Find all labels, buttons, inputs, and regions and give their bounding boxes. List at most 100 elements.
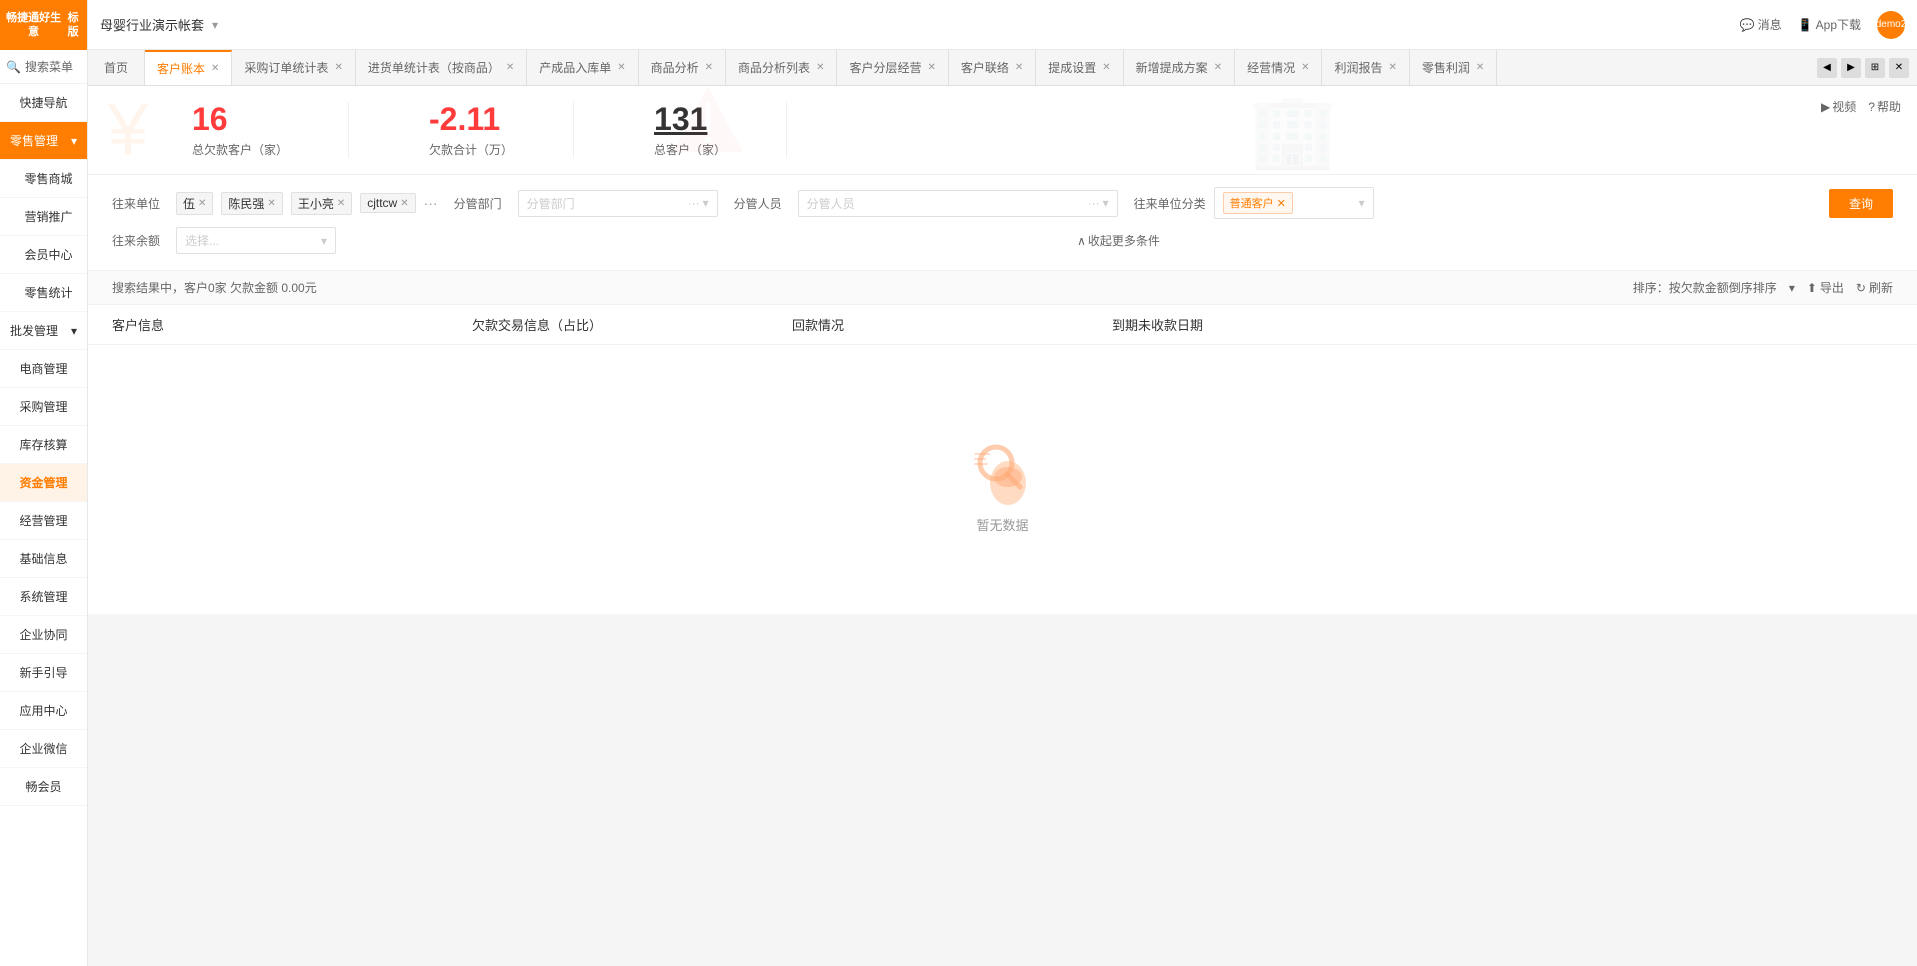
- tab-goods-stats[interactable]: 进货单统计表（按商品） ✕: [356, 50, 527, 86]
- tab-close-icon[interactable]: ✕: [1301, 62, 1309, 73]
- sidebar-item-finance[interactable]: 资金管理: [0, 464, 87, 502]
- chevron-down-icon: ▾: [1103, 196, 1109, 210]
- tab-purchase-order-stats[interactable]: 采购订单统计表 ✕: [232, 50, 355, 86]
- tab-close-icon[interactable]: ✕: [816, 62, 824, 73]
- sidebar-item-member[interactable]: 会员中心: [0, 236, 87, 274]
- person-more-btn[interactable]: ···: [1088, 196, 1100, 210]
- sidebar-item-operations[interactable]: 经营管理: [0, 502, 87, 540]
- dept-more-btn[interactable]: ···: [688, 196, 700, 210]
- stat-all-customers-value: 131: [654, 102, 707, 137]
- app-download-btn[interactable]: 📱 App下载: [1798, 16, 1861, 33]
- filter-tag-wang-close[interactable]: ✕: [337, 198, 345, 209]
- filter-balance-select[interactable]: 选择... ▾: [176, 227, 336, 254]
- filter-unit-type-select[interactable]: 普通客户 ✕ ▾: [1214, 187, 1374, 219]
- content-area: ¥ 🏢 16 总欠款客户（家） -2.11 欠款合计（万） 131 总客户（家）: [88, 86, 1917, 966]
- sidebar-item-retail[interactable]: 零售管理 ▾: [0, 122, 87, 160]
- sidebar-item-member2[interactable]: 畅会员: [0, 768, 87, 806]
- message-btn[interactable]: 💬 消息: [1740, 16, 1782, 33]
- sidebar-item-wholesale[interactable]: 批发管理 ▾: [0, 312, 87, 350]
- filter-more-btn[interactable]: ···: [424, 195, 438, 211]
- tab-close-icon[interactable]: ✕: [334, 62, 342, 73]
- sidebar-item-quick-nav[interactable]: 快捷导航: [0, 84, 87, 122]
- tab-retail-profit[interactable]: 零售利润 ✕: [1410, 50, 1497, 86]
- video-btn[interactable]: ▶ 视频: [1821, 98, 1856, 115]
- tab-customer-contact[interactable]: 客户联络 ✕: [949, 50, 1036, 86]
- sidebar-item-system[interactable]: 系统管理: [0, 578, 87, 616]
- avatar[interactable]: demo2: [1877, 11, 1905, 39]
- filter-dept-select[interactable]: 分管部门 ··· ▾: [518, 190, 718, 217]
- filter-row-1: 往来单位 伍 ✕ 陈民强 ✕ 王小亮 ✕ cjttcw ✕ ···: [112, 187, 1893, 219]
- query-button[interactable]: 查询: [1829, 189, 1893, 218]
- tab-prev-btn[interactable]: ◀: [1817, 58, 1837, 78]
- sidebar-item-basic-info[interactable]: 基础信息: [0, 540, 87, 578]
- sidebar-item-retail-mall[interactable]: 零售商城: [0, 160, 87, 198]
- sidebar-item-inventory[interactable]: 库存核算: [0, 426, 87, 464]
- sort-chevron-icon[interactable]: ▾: [1789, 281, 1795, 295]
- tab-home[interactable]: 首页: [88, 50, 145, 86]
- chevron-down-icon: ▾: [71, 324, 77, 338]
- tab-close-icon[interactable]: ✕: [1476, 62, 1484, 73]
- type-tag-close-icon[interactable]: ✕: [1277, 197, 1286, 210]
- filter-tag-wang[interactable]: 王小亮 ✕: [291, 192, 352, 215]
- sort-label: 排序：按欠款金额倒序排序: [1633, 279, 1777, 296]
- sidebar-item-app-center[interactable]: 应用中心: [0, 692, 87, 730]
- collapse-btn[interactable]: ∧ 收起更多条件: [1077, 232, 1160, 249]
- tab-customer-tier[interactable]: 客户分层经营 ✕: [837, 50, 948, 86]
- tab-profit-report[interactable]: 利润报告 ✕: [1322, 50, 1409, 86]
- export-button[interactable]: ⬆ 导出: [1807, 279, 1844, 296]
- sidebar-item-retail-stats[interactable]: 零售统计: [0, 274, 87, 312]
- filter-tag-chen-close[interactable]: ✕: [267, 198, 275, 209]
- tab-close-icon[interactable]: ✕: [927, 62, 935, 73]
- tab-expand-btn[interactable]: ⊞: [1865, 58, 1885, 78]
- tab-close-icon[interactable]: ✕: [506, 62, 514, 73]
- filter-tag-chen[interactable]: 陈民强 ✕: [221, 192, 282, 215]
- tab-close-icon[interactable]: ✕: [1015, 62, 1023, 73]
- refresh-button[interactable]: ↻ 刷新: [1856, 279, 1893, 296]
- chevron-up-icon: ∧: [1077, 234, 1086, 248]
- results-bar-right: 排序：按欠款金额倒序排序 ▾ ⬆ 导出 ↻ 刷新: [1633, 279, 1893, 296]
- filter-tag-wu[interactable]: 伍 ✕: [176, 192, 213, 215]
- sidebar-item-search[interactable]: 🔍 搜索菜单: [0, 50, 87, 84]
- tab-next-btn[interactable]: ▶: [1841, 58, 1861, 78]
- filter-person-select[interactable]: 分管人员 ··· ▾: [798, 190, 1118, 217]
- tab-close-icon[interactable]: ✕: [211, 63, 219, 74]
- filter-tag-cjttcw[interactable]: cjttcw ✕: [360, 193, 415, 213]
- filter-unit-label: 往来单位: [112, 195, 168, 212]
- tab-close-icon[interactable]: ✕: [1102, 62, 1110, 73]
- help-btn[interactable]: ? 帮助: [1868, 98, 1901, 115]
- stat-customers-value: 16: [192, 102, 228, 137]
- stat-total-customers: 16 总欠款客户（家）: [112, 102, 349, 158]
- tab-close-icon[interactable]: ✕: [1214, 62, 1222, 73]
- sidebar-item-guide[interactable]: 新手引导: [0, 654, 87, 692]
- stat-debt-total: -2.11 欠款合计（万）: [349, 102, 574, 158]
- sidebar-item-marketing[interactable]: 营销推广: [0, 198, 87, 236]
- empty-state: 暂无数据: [88, 345, 1917, 614]
- tab-goods-analysis-list[interactable]: 商品分析列表 ✕: [726, 50, 837, 86]
- chevron-down-icon: ▾: [212, 18, 218, 32]
- tab-goods-analysis[interactable]: 商品分析 ✕: [639, 50, 726, 86]
- tab-commission-settings[interactable]: 提成设置 ✕: [1036, 50, 1123, 86]
- filter-dept-label: 分管部门: [454, 195, 510, 212]
- tab-product-storage[interactable]: 产成品入库单 ✕: [527, 50, 638, 86]
- filter-tag-wang-label: 王小亮: [298, 195, 334, 212]
- sidebar-item-ecommerce[interactable]: 电商管理: [0, 350, 87, 388]
- tab-close-icon[interactable]: ✕: [705, 62, 713, 73]
- tab-new-commission[interactable]: 新增提成方案 ✕: [1124, 50, 1235, 86]
- tab-close-icon[interactable]: ✕: [617, 62, 625, 73]
- account-selector-area: 母婴行业演示帐套 ▾: [100, 15, 218, 34]
- tab-operations[interactable]: 经营情况 ✕: [1235, 50, 1322, 86]
- top-header: 母婴行业演示帐套 ▾ 💬 消息 📱 App下载 demo2: [88, 0, 1917, 50]
- tab-customer-book[interactable]: 客户账本 ✕: [145, 50, 232, 86]
- sidebar-item-collab[interactable]: 企业协同: [0, 616, 87, 654]
- filter-tag-wu-close[interactable]: ✕: [198, 198, 206, 209]
- sidebar-item-purchase[interactable]: 采购管理: [0, 388, 87, 426]
- stat-bg-icon-3: 🏢: [1248, 88, 1338, 173]
- col-header-date: 到期未收款日期: [1112, 315, 1893, 334]
- sidebar-item-enterprise-wechat[interactable]: 企业微信: [0, 730, 87, 768]
- stats-row: ¥ 🏢 16 总欠款客户（家） -2.11 欠款合计（万） 131 总客户（家）: [88, 86, 1917, 175]
- filter-tag-cjttcw-close[interactable]: ✕: [400, 198, 408, 209]
- tab-close-icon[interactable]: ✕: [1389, 62, 1397, 73]
- tab-close-all-btn[interactable]: ✕: [1889, 58, 1909, 78]
- stat-debt-value: -2.11: [429, 102, 500, 137]
- stat-customers-label: 总欠款客户（家）: [192, 141, 288, 158]
